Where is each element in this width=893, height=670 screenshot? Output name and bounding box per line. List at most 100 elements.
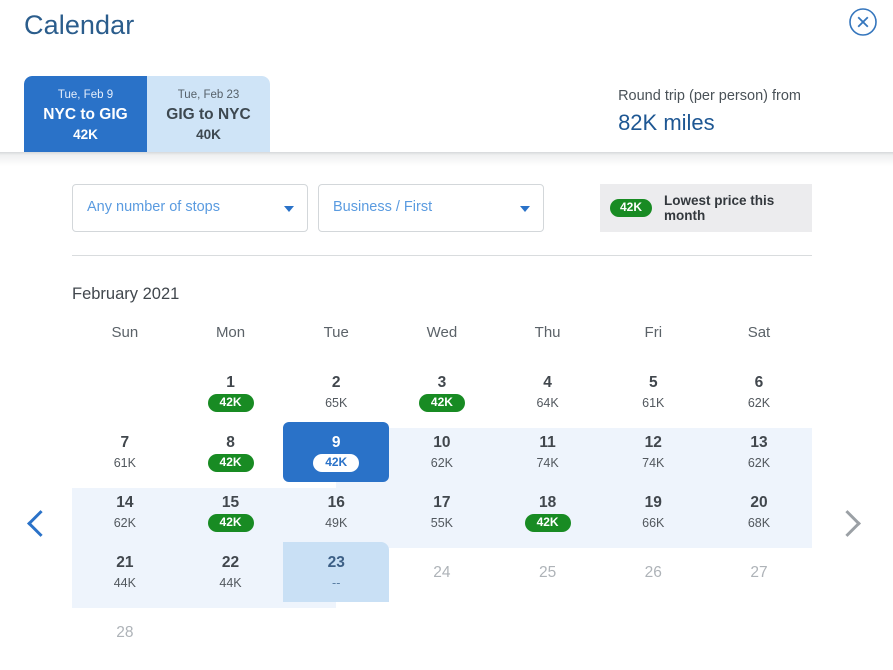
chevron-left-icon	[27, 510, 54, 537]
day-number: 6	[755, 372, 764, 393]
day-number: 24	[433, 562, 450, 583]
day-price: 61K	[114, 454, 136, 472]
calendar-day-cell[interactable]: 1362K	[706, 422, 812, 482]
tab-outbound-route: NYC to GIG	[43, 105, 127, 125]
calendar-day-cell[interactable]: 1174K	[495, 422, 601, 482]
calendar-day-cell[interactable]: 1966K	[600, 482, 706, 542]
day-number: 27	[750, 562, 767, 583]
day-number: 13	[750, 432, 767, 453]
weekday-label: Tue	[283, 324, 389, 341]
day-number: 21	[116, 552, 133, 573]
calendar-day-cell[interactable]: 1649K	[283, 482, 389, 542]
weekday-label: Wed	[389, 324, 495, 341]
header-shadow	[0, 152, 893, 168]
weekday-label: Thu	[495, 324, 601, 341]
weekday-label: Sun	[72, 324, 178, 341]
tab-return-route: GIG to NYC	[166, 105, 250, 125]
calendar-day-cell: 28	[72, 602, 178, 662]
day-number: 16	[328, 492, 345, 513]
day-price: 64K	[536, 394, 558, 412]
dialog-header: Calendar Tue, Feb 9 NYC to GIG 42K Tue, …	[0, 0, 893, 152]
day-price: 74K	[536, 454, 558, 472]
calendar-day-cell: 26	[600, 542, 706, 602]
day-price-low-badge: 42K	[208, 514, 254, 532]
day-number: 5	[649, 372, 658, 393]
calendar-day-cell[interactable]: 1462K	[72, 482, 178, 542]
day-price: 44K	[114, 574, 136, 592]
day-price: 62K	[431, 454, 453, 472]
trip-summary-value: 82K miles	[618, 108, 801, 138]
legend-price-pill: 42K	[610, 199, 652, 217]
calendar-day-cell[interactable]: 23--	[283, 542, 389, 602]
calendar-day-cell[interactable]: 2244K	[178, 542, 284, 602]
day-price: 62K	[114, 514, 136, 532]
calendar-day-cell[interactable]: 942K	[283, 422, 389, 482]
day-number: 10	[433, 432, 450, 453]
weekday-label: Mon	[178, 324, 284, 341]
calendar-day-cell[interactable]: 1274K	[600, 422, 706, 482]
calendar-day-cell[interactable]: 265K	[283, 362, 389, 422]
day-number: 25	[539, 562, 556, 583]
next-month-button[interactable]	[830, 503, 870, 543]
calendar-day-cell[interactable]: 2068K	[706, 482, 812, 542]
day-price: 65K	[325, 394, 347, 412]
close-circle-icon	[847, 6, 879, 38]
tab-return-price: 40K	[196, 126, 221, 144]
day-number: 4	[543, 372, 552, 393]
legend-label: Lowest price this month	[664, 193, 812, 223]
day-number: 12	[645, 432, 662, 453]
calendar-day-cell[interactable]: 464K	[495, 362, 601, 422]
day-price-low-badge: 42K	[419, 394, 465, 412]
calendar-day-cell[interactable]: 342K	[389, 362, 495, 422]
day-price: 68K	[748, 514, 770, 532]
calendar-day-cell[interactable]: 561K	[600, 362, 706, 422]
calendar-day-cell[interactable]: 1755K	[389, 482, 495, 542]
day-number: 8	[226, 432, 235, 453]
day-number: 11	[539, 432, 555, 453]
weekday-header-row: Sun Mon Tue Wed Thu Fri Sat	[72, 324, 812, 341]
day-price-low-badge: 42K	[525, 514, 571, 532]
calendar-day-cell[interactable]: 1842K	[495, 482, 601, 542]
calendar-day-cell: 27	[706, 542, 812, 602]
calendar-day-cell[interactable]: 142K	[178, 362, 284, 422]
calendar-day-cell[interactable]: 761K	[72, 422, 178, 482]
trip-summary: Round trip (per person) from 82K miles	[618, 86, 801, 138]
stops-select[interactable]: Any number of stops	[72, 184, 308, 232]
tab-return-date: Tue, Feb 23	[178, 87, 240, 103]
cabin-select-value: Business / First	[333, 199, 432, 215]
previous-month-button[interactable]	[18, 503, 58, 543]
tab-outbound[interactable]: Tue, Feb 9 NYC to GIG 42K	[24, 76, 147, 152]
day-price: 74K	[642, 454, 664, 472]
day-price-low-badge: 42K	[208, 454, 254, 472]
chevron-down-icon	[284, 206, 294, 212]
day-number: 1	[226, 372, 235, 393]
day-number: 3	[438, 372, 447, 393]
day-price: 66K	[642, 514, 664, 532]
day-number: 18	[539, 492, 556, 513]
cabin-select[interactable]: Business / First	[318, 184, 544, 232]
tab-outbound-date: Tue, Feb 9	[58, 87, 113, 103]
calendar-day-cell[interactable]: 2144K	[72, 542, 178, 602]
trip-summary-label: Round trip (per person) from	[618, 86, 801, 106]
calendar-day-cell[interactable]: 662K	[706, 362, 812, 422]
day-price: 55K	[431, 514, 453, 532]
calendar-day-cell[interactable]: 1542K	[178, 482, 284, 542]
calendar-day-cell[interactable]: 842K	[178, 422, 284, 482]
stops-select-value: Any number of stops	[87, 199, 220, 215]
calendar-day-cell[interactable]: 1062K	[389, 422, 495, 482]
day-price: 61K	[642, 394, 664, 412]
section-divider	[72, 255, 812, 256]
day-price: 49K	[325, 514, 347, 532]
weekday-label: Fri	[600, 324, 706, 341]
chevron-down-icon	[520, 206, 530, 212]
calendar-grid-wrapper: 142K265K342K464K561K662K761K842K942K1062…	[72, 362, 812, 652]
close-button[interactable]	[847, 6, 879, 38]
tab-return[interactable]: Tue, Feb 23 GIG to NYC 40K	[147, 76, 270, 152]
day-number: 9	[332, 432, 341, 453]
calendar-grid: 142K265K342K464K561K662K761K842K942K1062…	[72, 362, 812, 662]
day-number: 2	[332, 372, 341, 393]
tab-outbound-price: 42K	[73, 126, 98, 144]
day-number: 17	[433, 492, 450, 513]
day-number: 15	[222, 492, 239, 513]
calendar-day-cell: 25	[495, 542, 601, 602]
